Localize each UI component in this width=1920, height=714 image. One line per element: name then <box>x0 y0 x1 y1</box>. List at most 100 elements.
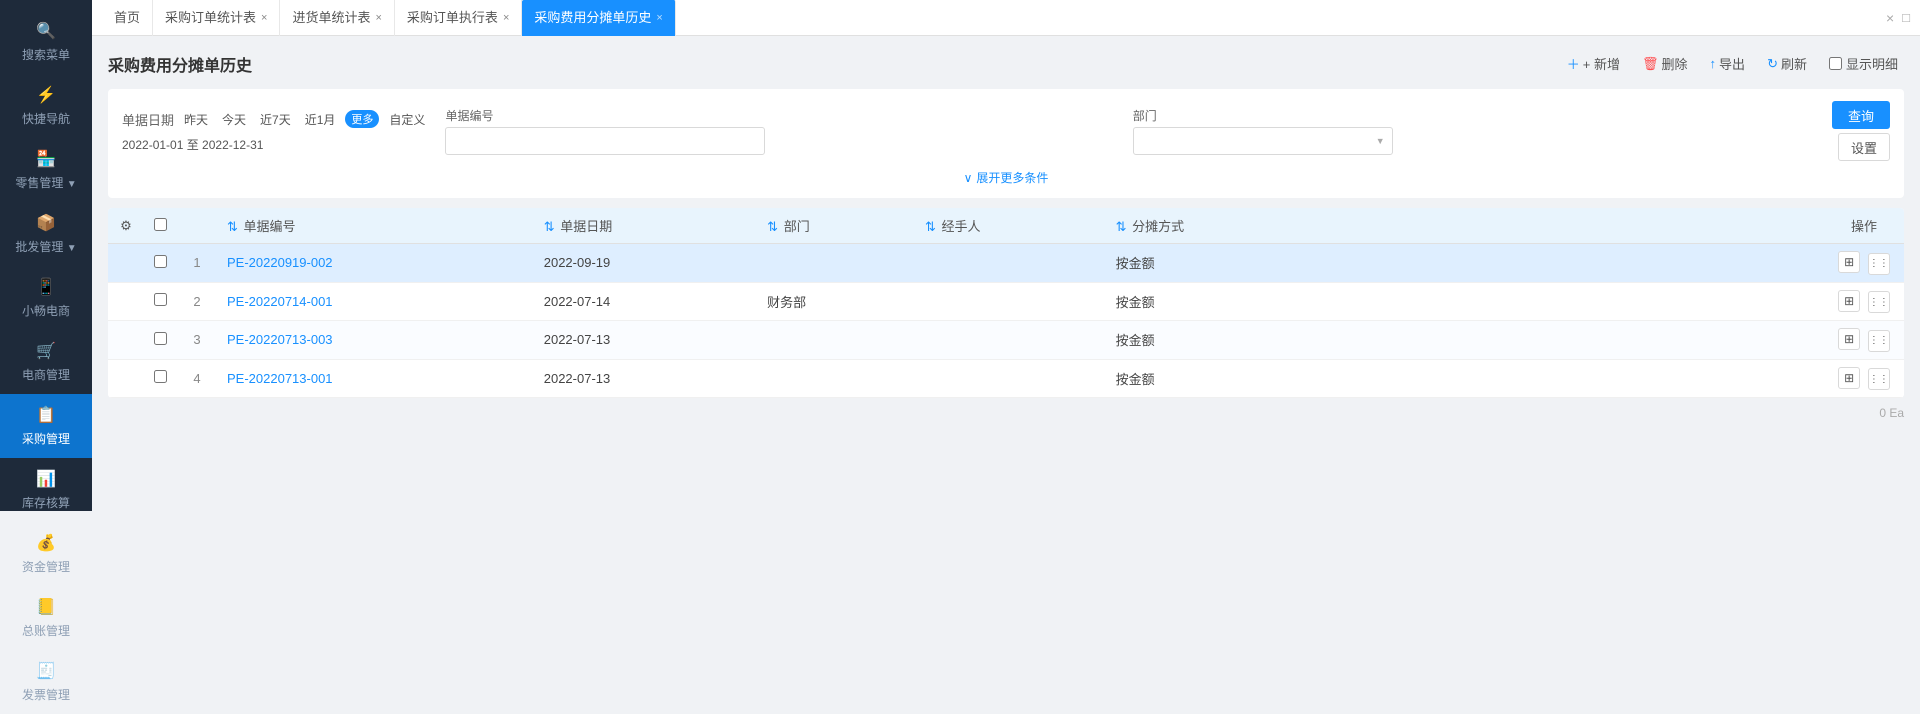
expand-more-btn[interactable]: ∨ 展开更多条件 <box>122 169 1890 186</box>
main-area: 首页 采购订单统计表 × 进货单统计表 × 采购订单执行表 × 采购费用分摊单历… <box>92 0 1920 511</box>
sidebar-item-inventory[interactable]: 📊 库存核算 <box>0 458 92 522</box>
sidebar-item-mini[interactable]: 📱 小畅电商 <box>0 266 92 330</box>
filter-date-section: 单据日期 昨天 今天 近7天 近1月 更多 自定义 2022-01-01 至 2… <box>122 110 429 153</box>
dept-label: 部门 <box>1133 109 1157 123</box>
row2-doc-no-link[interactable]: PE-20220714-001 <box>227 294 333 309</box>
chevron-down-icon: ∨ <box>964 171 973 185</box>
maximize-btn[interactable]: □ <box>1902 10 1910 25</box>
shortcut-7days[interactable]: 近7天 <box>256 110 295 129</box>
shortcut-yesterday[interactable]: 昨天 <box>180 110 212 129</box>
retail-icon: 🏪 <box>5 148 87 172</box>
sidebar-item-ledger[interactable]: 📒 总账管理 <box>0 586 92 650</box>
th-dept[interactable]: ⇅ 部门 <box>757 208 915 244</box>
table-row: 1 PE-20220919-002 2022-09-19 按金额 ⊞ ⋮⋮ <box>108 244 1904 283</box>
select-all-checkbox[interactable] <box>154 218 167 231</box>
sidebar-item-finance[interactable]: 💰 资金管理 <box>0 522 92 586</box>
th-index <box>177 208 217 244</box>
dept-select[interactable]: 财务部 <box>1133 127 1393 155</box>
tab-purchase-execute[interactable]: 采购订单执行表 × <box>395 0 522 36</box>
row4-more-btn[interactable]: ⋮⋮ <box>1868 368 1890 390</box>
sidebar-item-quick[interactable]: ⚡ 快捷导航 <box>0 74 92 138</box>
quick-icon: ⚡ <box>5 84 87 108</box>
row2-ops: ⊞ ⋮⋮ <box>1824 282 1904 321</box>
tab-purchase-cost-history[interactable]: 采购费用分摊单历史 × <box>522 0 675 36</box>
th-settings[interactable]: ⚙ <box>108 208 144 244</box>
add-button[interactable]: ＋ + 新增 <box>1561 50 1626 77</box>
th-split-method[interactable]: ⇅ 分摊方式 <box>1106 208 1824 244</box>
date-range-display[interactable]: 2022-01-01 至 2022-12-31 <box>122 136 429 153</box>
row2-checkbox[interactable] <box>154 293 167 306</box>
show-columns-btn[interactable]: 显示明细 <box>1823 50 1904 77</box>
shortcut-today[interactable]: 今天 <box>218 110 250 129</box>
row1-handler <box>915 244 1106 283</box>
tab-inbound-summary[interactable]: 进货单统计表 × <box>280 0 394 36</box>
doc-no-input[interactable] <box>445 127 765 155</box>
row1-doc-no-link[interactable]: PE-20220919-002 <box>227 255 333 270</box>
row4-check <box>144 359 177 398</box>
close-purchase-cost-history[interactable]: × <box>656 0 662 36</box>
th-handler[interactable]: ⇅ 经手人 <box>915 208 1106 244</box>
row2-view-btn[interactable]: ⊞ <box>1838 290 1860 312</box>
delete-button[interactable]: 🗑 删除 <box>1636 50 1694 77</box>
row3-doc-no-link[interactable]: PE-20220713-003 <box>227 332 333 347</box>
tab-home[interactable]: 首页 <box>102 0 153 36</box>
shortcut-more[interactable]: 更多 <box>345 110 379 128</box>
sidebar-item-invoice[interactable]: 🧾 发票管理 <box>0 650 92 714</box>
row2-settings <box>108 282 144 321</box>
row1-more-btn[interactable]: ⋮⋮ <box>1868 253 1890 275</box>
export-button[interactable]: ↑ 导出 <box>1704 50 1752 77</box>
row2-handler <box>915 282 1106 321</box>
row1-view-btn[interactable]: ⊞ <box>1838 251 1860 273</box>
row4-dept <box>757 359 915 398</box>
table-row: 2 PE-20220714-001 2022-07-14 财务部 按金额 ⊞ ⋮… <box>108 282 1904 321</box>
sort-icon-split: ⇅ <box>1116 219 1127 234</box>
close-purchase-summary[interactable]: × <box>261 0 267 36</box>
tab-purchase-summary[interactable]: 采购订单统计表 × <box>153 0 280 36</box>
show-columns-checkbox[interactable] <box>1829 57 1842 70</box>
date-shortcuts: 昨天 今天 近7天 近1月 更多 自定义 <box>180 110 429 129</box>
close-purchase-execute[interactable]: × <box>503 0 509 36</box>
row3-checkbox[interactable] <box>154 332 167 345</box>
row2-num: 2 <box>177 282 217 321</box>
table-body: 1 PE-20220919-002 2022-09-19 按金额 ⊞ ⋮⋮ <box>108 244 1904 398</box>
row4-checkbox[interactable] <box>154 370 167 383</box>
sidebar-item-ecom[interactable]: 🛒 电商管理 <box>0 330 92 394</box>
row2-more-btn[interactable]: ⋮⋮ <box>1868 291 1890 313</box>
search-icon: 🔍 <box>5 20 87 44</box>
row1-split: 按金额 <box>1106 244 1824 283</box>
search-button[interactable]: 查询 <box>1832 101 1890 129</box>
filter-settings-button[interactable]: 设置 <box>1838 133 1890 161</box>
header-actions: ＋ + 新增 🗑 删除 ↑ 导出 ↻ 刷新 显示明细 <box>1561 50 1904 77</box>
row3-view-btn[interactable]: ⊞ <box>1838 328 1860 350</box>
th-date[interactable]: ⇅ 单据日期 <box>534 208 757 244</box>
export-icon: ↑ <box>1710 56 1717 71</box>
sidebar-item-wholesale[interactable]: 📦 批发管理 ▼ <box>0 202 92 266</box>
sidebar-item-purchase[interactable]: 📋 采购管理 <box>0 394 92 458</box>
row1-checkbox[interactable] <box>154 255 167 268</box>
row4-settings <box>108 359 144 398</box>
shortcut-custom[interactable]: 自定义 <box>385 110 429 129</box>
finance-icon: 💰 <box>5 532 87 556</box>
row4-doc-no-link[interactable]: PE-20220713-001 <box>227 371 333 386</box>
count-display: 0 Ea <box>1879 406 1904 420</box>
row1-doc-no: PE-20220919-002 <box>217 244 534 283</box>
row3-ops: ⊞ ⋮⋮ <box>1824 321 1904 360</box>
refresh-button[interactable]: ↻ 刷新 <box>1761 50 1813 77</box>
shortcut-1month[interactable]: 近1月 <box>301 110 340 129</box>
row3-doc-no: PE-20220713-003 <box>217 321 534 360</box>
page-header: 采购费用分摊单历史 ＋ + 新增 🗑 删除 ↑ 导出 ↻ 刷新 <box>108 50 1904 77</box>
filter-area: 单据日期 昨天 今天 近7天 近1月 更多 自定义 2022-01-01 至 2… <box>108 89 1904 198</box>
sort-icon-handler: ⇅ <box>925 219 936 234</box>
sidebar-item-retail[interactable]: 🏪 零售管理 ▼ <box>0 138 92 202</box>
sidebar-item-search[interactable]: 🔍 搜索菜单 <box>0 10 92 74</box>
minimize-btn[interactable]: × <box>1886 10 1894 26</box>
filter-row-main: 单据日期 昨天 今天 近7天 近1月 更多 自定义 2022-01-01 至 2… <box>122 101 1890 161</box>
row1-date: 2022-09-19 <box>534 244 757 283</box>
row2-split: 按金额 <box>1106 282 1824 321</box>
row1-dept <box>757 244 915 283</box>
close-inbound-summary[interactable]: × <box>375 0 381 36</box>
th-doc-no[interactable]: ⇅ 单据编号 <box>217 208 534 244</box>
row4-view-btn[interactable]: ⊞ <box>1838 367 1860 389</box>
row3-more-btn[interactable]: ⋮⋮ <box>1868 330 1890 352</box>
row1-settings <box>108 244 144 283</box>
